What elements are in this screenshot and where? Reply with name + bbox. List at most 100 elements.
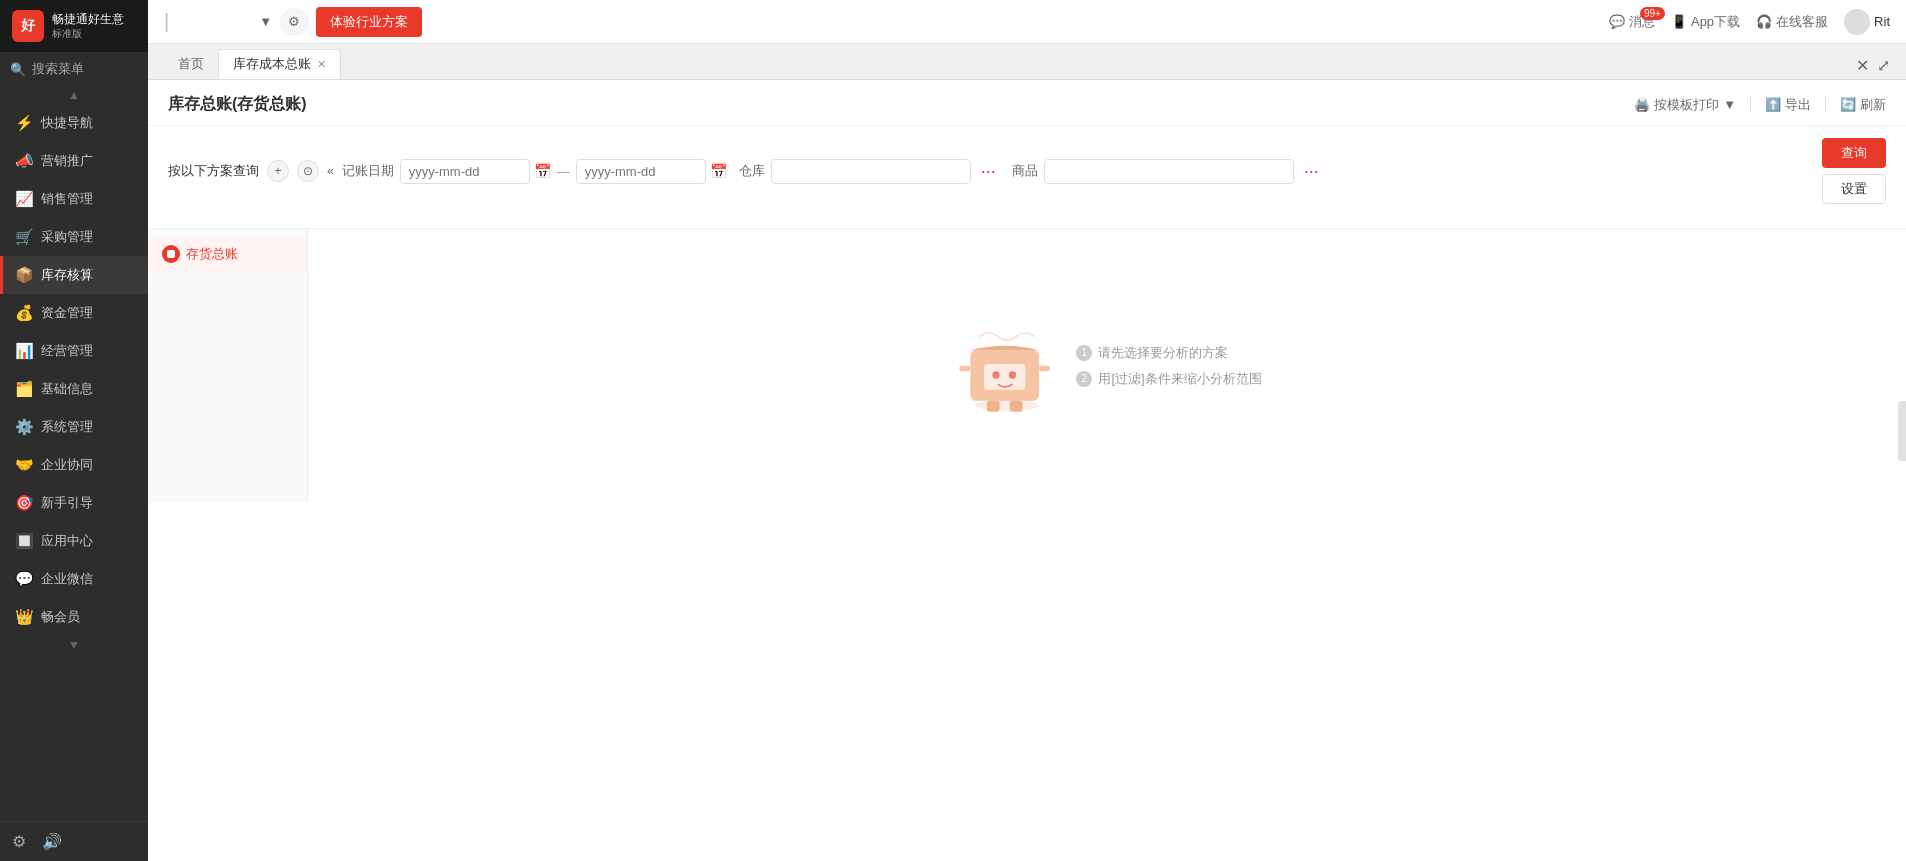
sidebar-item-apps[interactable]: 🔲 应用中心 [0,522,148,560]
dropdown-icon: ▼ [1723,97,1736,112]
filter-collapse-button[interactable]: « [327,164,334,178]
tab-home[interactable]: 首页 [164,49,218,79]
refresh-icon: 🔄 [1840,97,1856,112]
empty-hints: 1 请先选择要分析的方案 2 用[过滤]条件来缩小分析范围 [1076,340,1261,392]
online-service-label: 在线客服 [1776,13,1828,31]
content-area: 库存总账(存货总账) 🖨️ 按模板打印 ▼ ⬆️ 导出 🔄 [148,80,1906,861]
calendar-end-icon[interactable]: 📅 [710,163,727,179]
logo-text: 畅捷通好生意 标准版 [52,12,124,41]
goods-more-button[interactable]: ··· [1300,161,1323,182]
filter-setting-button[interactable]: ⊙ [297,160,319,182]
home-tab-label: 首页 [178,55,204,73]
settings-button[interactable]: 设置 [1822,174,1886,204]
sidebar-item-finance[interactable]: 💰 资金管理 [0,294,148,332]
scroll-up-btn[interactable]: ▲ [68,88,80,102]
sidebar-item-purchase[interactable]: 🛒 采购管理 [0,218,148,256]
inventory-icon: 📦 [15,266,33,284]
sidebar-item-wechat[interactable]: 💬 企业微信 [0,560,148,598]
printer-icon: 🖨️ [1634,97,1650,112]
headset-icon: 🎧 [1756,14,1772,29]
date-start-wrap: 📅 [400,159,551,184]
sidebar-item-basic[interactable]: 🗂️ 基础信息 [0,370,148,408]
topbar-dropdown-btn[interactable]: ▼ [259,14,272,29]
sidebar-settings-btn[interactable]: ⚙ [12,832,26,851]
body-area: 存货总账 [148,229,1906,502]
warehouse-label: 仓库 [739,162,765,180]
hint-row-2: 2 用[过滤]条件来缩小分析范围 [1076,366,1261,392]
svg-rect-8 [987,401,1000,412]
hint-text-2: 用[过滤]条件来缩小分析范围 [1098,366,1261,392]
date-label: 记账日期 [342,162,394,180]
sidebar-item-member[interactable]: 👑 畅会员 [0,598,148,636]
svg-point-1 [975,400,1039,411]
page-title: 库存总账(存货总账) [168,94,307,115]
sidebar-sound-btn[interactable]: 🔊 [42,832,62,851]
page-header: 库存总账(存货总账) 🖨️ 按模板打印 ▼ ⬆️ 导出 🔄 [148,80,1906,126]
warehouse-more-button[interactable]: ··· [977,161,1000,182]
sidebar-item-enterprise[interactable]: 🤝 企业协同 [0,446,148,484]
marketing-icon: 📣 [15,152,33,170]
topbar-right: 💬 消息 99+ 📱 App下载 🎧 在线客服 Rit [1609,9,1890,35]
filter-actions: 查询 设置 [1822,138,1886,204]
message-badge: 99+ [1640,7,1665,20]
message-button[interactable]: 💬 消息 99+ [1609,13,1655,31]
user-menu[interactable]: Rit [1844,9,1890,35]
template-print-button[interactable]: 🖨️ 按模板打印 ▼ [1634,96,1736,114]
sidebar-item-guide[interactable]: 🎯 新手引导 [0,484,148,522]
filter-add-button[interactable]: + [267,160,289,182]
guide-icon: 🎯 [15,494,33,512]
date-end-wrap: 📅 [576,159,727,184]
message-icon: 💬 [1609,14,1625,29]
sidebar-item-system[interactable]: ⚙️ 系统管理 [0,408,148,446]
finance-icon: 💰 [15,304,33,322]
sidebar-item-inventory[interactable]: 📦 库存核算 [0,256,148,294]
user-name: Rit [1874,14,1890,29]
sidebar-search[interactable]: 🔍 搜索菜单 [0,52,148,86]
warehouse-input[interactable] [771,159,971,184]
svg-rect-7 [1039,366,1050,372]
search-icon: 🔍 [10,62,26,77]
topbar-settings-icon[interactable]: ⚙ [280,8,308,36]
sidebar-item-sales[interactable]: 📈 销售管理 [0,180,148,218]
app-download-icon: 📱 [1671,14,1687,29]
tab-close-icon[interactable]: ✕ [317,58,326,71]
export-button[interactable]: ⬆️ 导出 [1765,96,1811,114]
svg-point-5 [1009,371,1016,378]
scroll-down-btn[interactable]: ▼ [68,638,80,652]
breadcrumb: | [164,10,251,33]
svg-rect-3 [984,364,1025,390]
query-button[interactable]: 查询 [1822,138,1886,168]
scheme-item-inventory-ledger[interactable]: 存货总账 [148,237,307,271]
app-download-button[interactable]: 📱 App下载 [1671,13,1740,31]
sidebar-item-quick-nav[interactable]: ⚡ 快捷导航 [0,104,148,142]
basic-icon: 🗂️ [15,380,33,398]
page: 库存总账(存货总账) 🖨️ 按模板打印 ▼ ⬆️ 导出 🔄 [148,80,1906,861]
enterprise-icon: 🤝 [15,456,33,474]
sidebar-item-operation[interactable]: 📊 经营管理 [0,332,148,370]
date-start-input[interactable] [400,159,530,184]
industry-solution-button[interactable]: 体验行业方案 [316,7,422,37]
goods-label: 商品 [1012,162,1038,180]
main-area: | ▼ ⚙ 体验行业方案 💬 消息 99+ 📱 App下载 🎧 在线客服 [148,0,1906,861]
filter-header: 按以下方案查询 + ⊙ « 记账日期 📅 — [168,138,1886,204]
refresh-button[interactable]: 🔄 刷新 [1840,96,1886,114]
apps-icon: 🔲 [15,532,33,550]
system-icon: ⚙️ [15,418,33,436]
hint-text-1: 请先选择要分析的方案 [1098,340,1228,366]
logo-icon: 好 [12,10,44,42]
online-service-button[interactable]: 🎧 在线客服 [1756,13,1828,31]
empty-state: 1 请先选择要分析的方案 2 用[过滤]条件来缩小分析范围 [308,229,1906,502]
scheme-icon [162,245,180,263]
wechat-icon: 💬 [15,570,33,588]
scheme-item-label: 存货总账 [186,245,238,263]
tab-inventory-cost[interactable]: 库存成本总账 ✕ [218,49,341,79]
date-end-input[interactable] [576,159,706,184]
tab-close-panel-btn[interactable]: ✕ [1856,56,1869,75]
sidebar-item-marketing[interactable]: 📣 营销推广 [0,142,148,180]
tab-expand-btn[interactable]: ⤢ [1877,56,1890,75]
calendar-start-icon[interactable]: 📅 [534,163,551,179]
sidebar-logo: 好 畅捷通好生意 标准版 [0,0,148,52]
right-scroll-indicator[interactable] [1898,401,1906,461]
inventory-cost-tab-label: 库存成本总账 [233,55,311,73]
goods-input[interactable] [1044,159,1294,184]
